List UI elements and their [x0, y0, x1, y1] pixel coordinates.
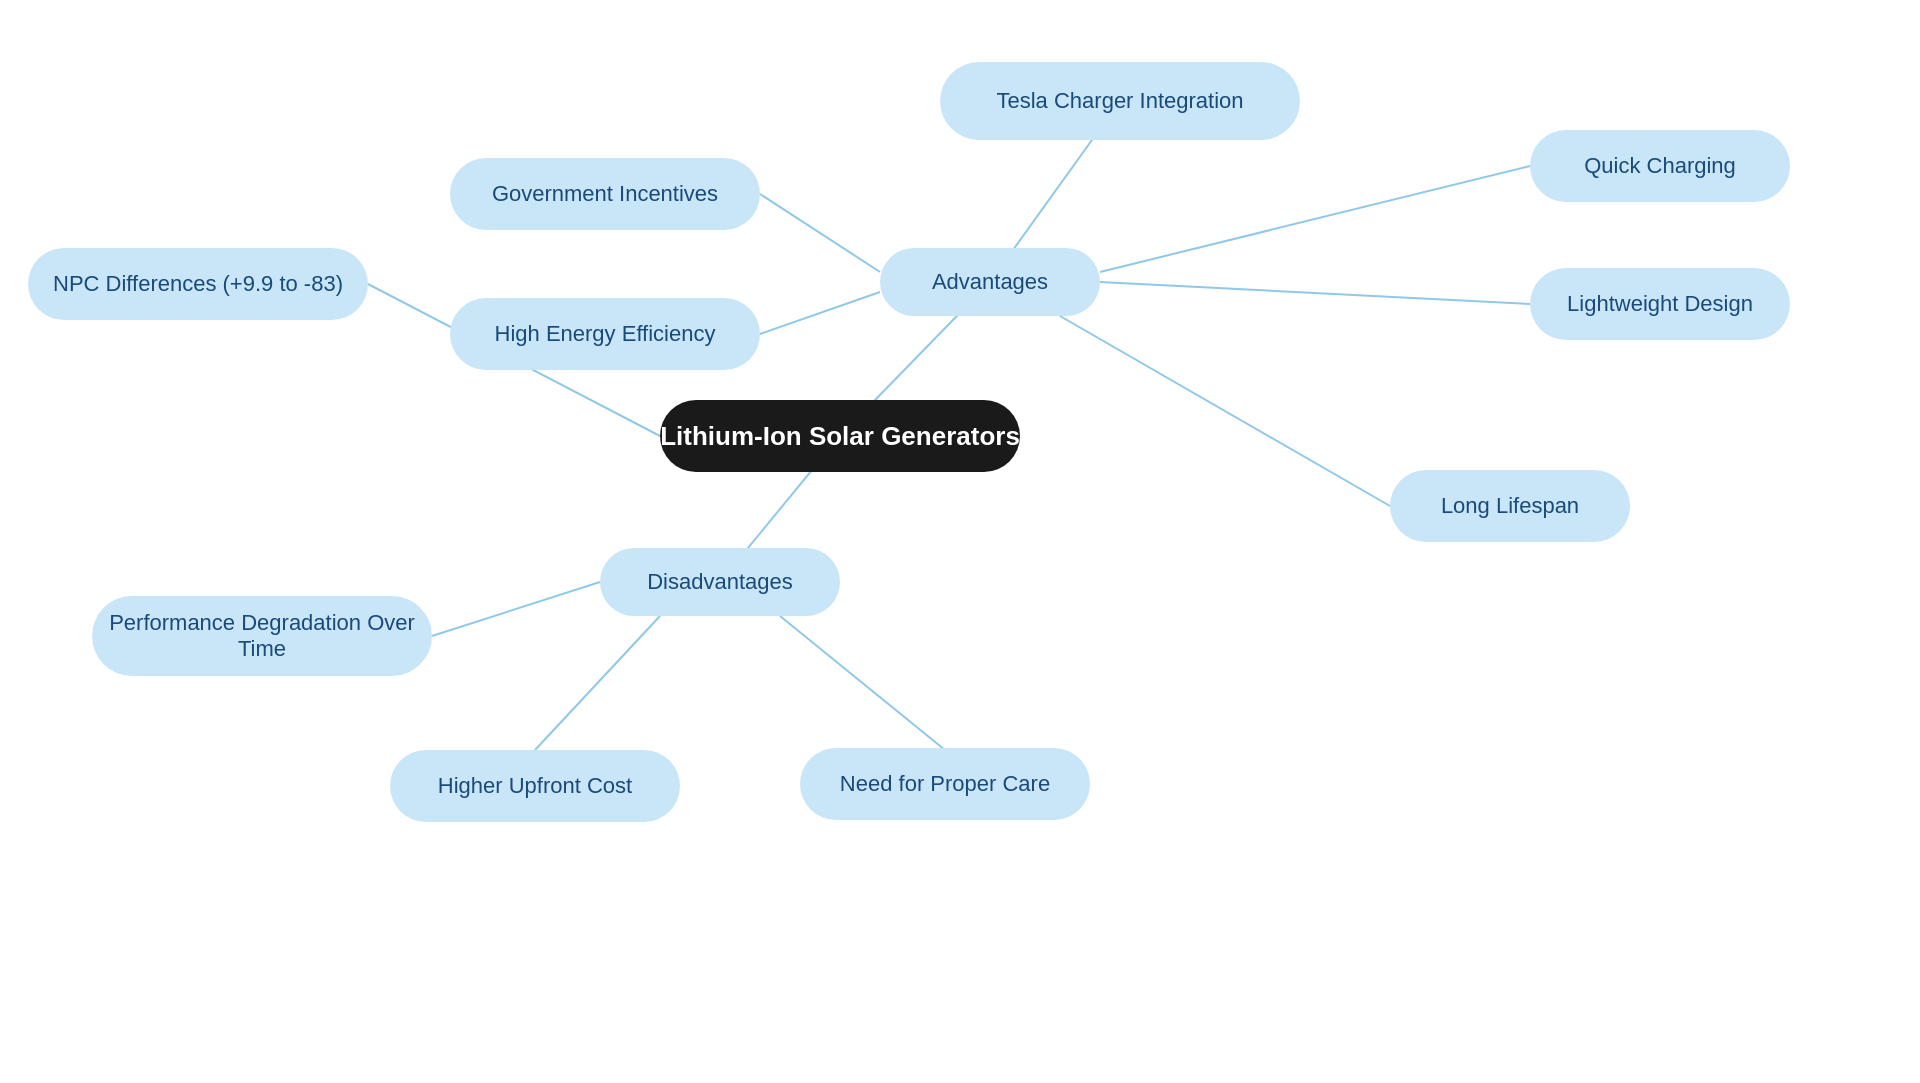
high-energy-node: High Energy Efficiency: [450, 298, 760, 370]
svg-line-3: [1100, 166, 1530, 272]
tesla-charger-node: Tesla Charger Integration: [940, 62, 1300, 140]
svg-line-7: [760, 292, 880, 334]
performance-degradation-node: Performance Degradation Over Time: [92, 596, 432, 676]
svg-line-11: [780, 616, 945, 750]
npc-differences-label: NPC Differences (+9.9 to -83): [53, 271, 343, 297]
disadvantages-node: Disadvantages: [600, 548, 840, 616]
npc-differences-node: NPC Differences (+9.9 to -83): [28, 248, 368, 320]
disadvantages-label: Disadvantages: [647, 569, 793, 595]
long-lifespan-node: Long Lifespan: [1390, 470, 1630, 542]
advantages-node: Advantages: [880, 248, 1100, 316]
performance-degradation-label: Performance Degradation Over Time: [92, 610, 432, 662]
proper-care-node: Need for Proper Care: [800, 748, 1090, 820]
quick-charging-node: Quick Charging: [1530, 130, 1790, 202]
svg-line-6: [760, 194, 880, 272]
svg-line-10: [535, 616, 660, 750]
tesla-charger-label: Tesla Charger Integration: [996, 88, 1243, 114]
central-node-label: Lithium-Ion Solar Generators: [660, 421, 1020, 452]
high-energy-label: High Energy Efficiency: [495, 321, 716, 347]
proper-care-label: Need for Proper Care: [840, 771, 1050, 797]
advantages-label: Advantages: [932, 269, 1048, 295]
long-lifespan-label: Long Lifespan: [1441, 493, 1579, 519]
govt-incentives-label: Government Incentives: [492, 181, 718, 207]
lightweight-design-label: Lightweight Design: [1567, 291, 1753, 317]
svg-line-9: [432, 582, 600, 636]
central-node: Lithium-Ion Solar Generators: [660, 400, 1020, 472]
higher-upfront-cost-label: Higher Upfront Cost: [438, 773, 632, 799]
quick-charging-label: Quick Charging: [1584, 153, 1736, 179]
svg-line-5: [1060, 316, 1390, 506]
higher-upfront-cost-node: Higher Upfront Cost: [390, 750, 680, 822]
govt-incentives-node: Government Incentives: [450, 158, 760, 230]
svg-line-4: [1100, 282, 1530, 304]
lightweight-design-node: Lightweight Design: [1530, 268, 1790, 340]
